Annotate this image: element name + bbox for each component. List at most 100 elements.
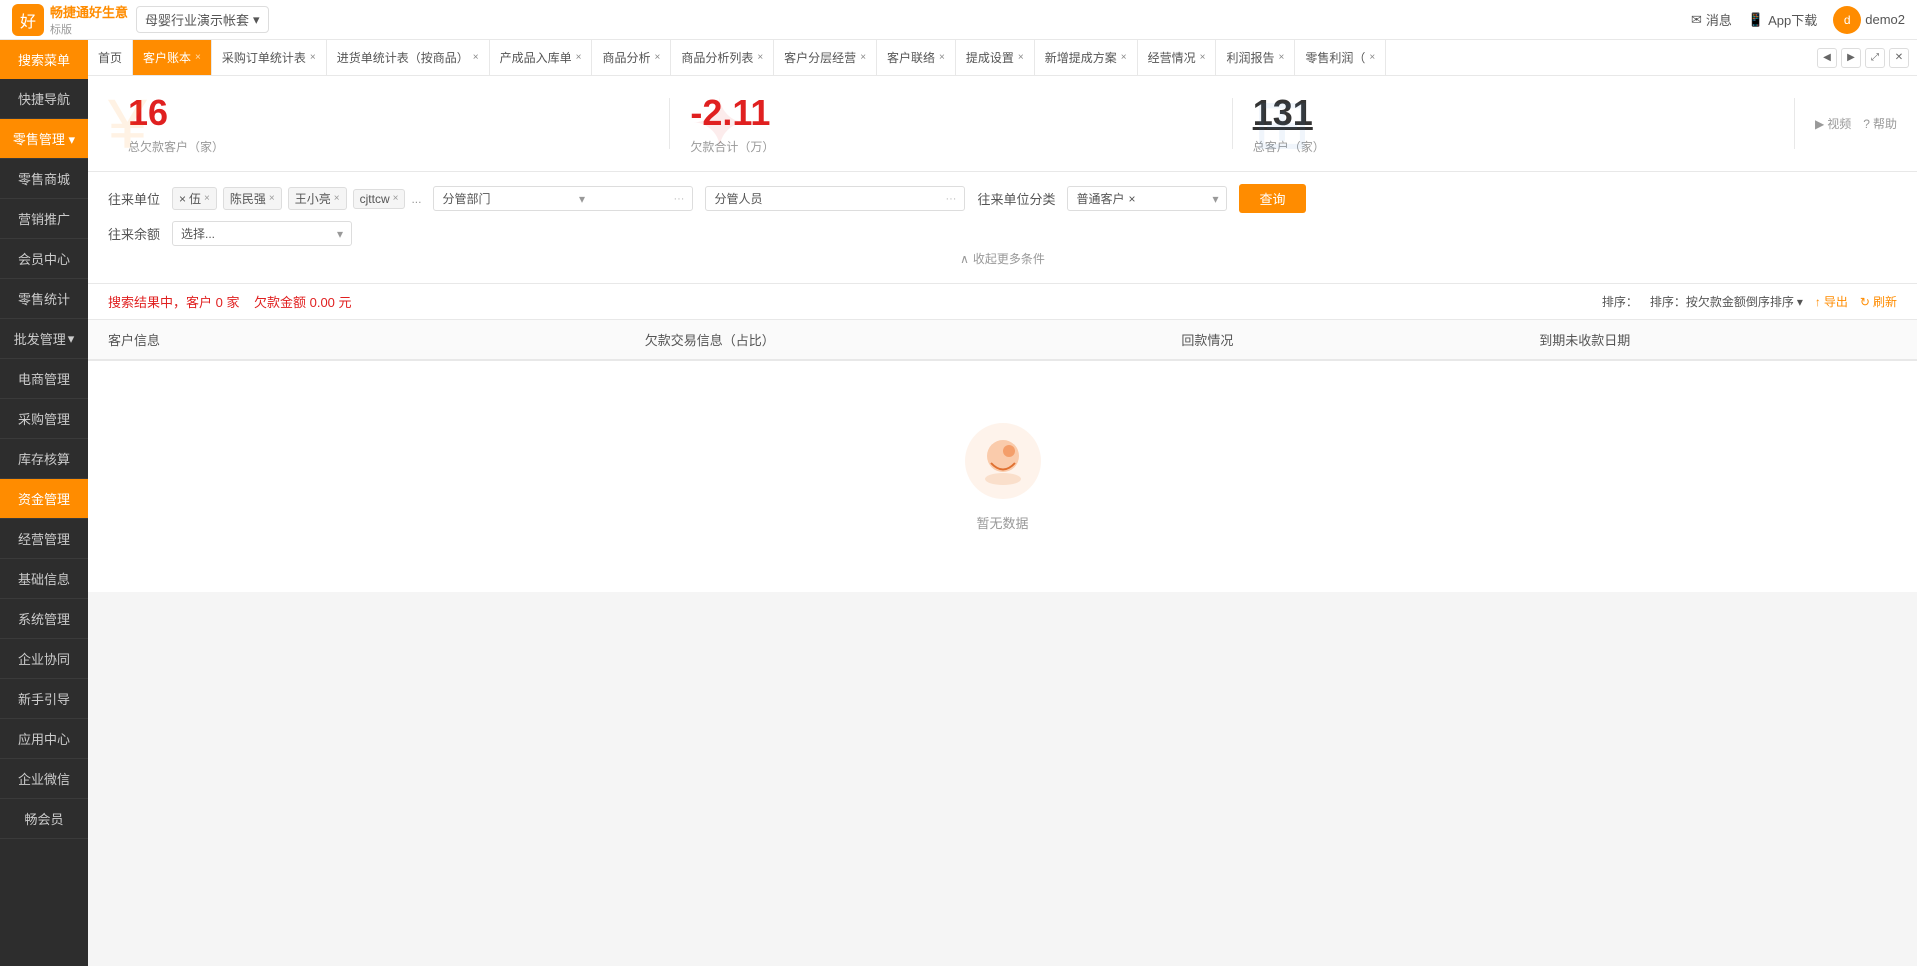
sidebar: 搜索菜单 快捷导航 零售管理 ▾ 零售商城 营销推广 会员中心 零售统计 批发管…	[0, 40, 88, 966]
tab-operation-status-close[interactable]: ×	[1200, 52, 1206, 63]
tab-prev-btn[interactable]: ◀	[1817, 48, 1837, 68]
export-btn[interactable]: ↑ 导出	[1815, 293, 1848, 310]
tab-product-inbound[interactable]: 产成品入库单 ×	[490, 40, 593, 76]
tab-customer-contact-label: 客户联络	[887, 49, 935, 66]
video-btn[interactable]: ▶ 视频	[1815, 115, 1851, 132]
person-select[interactable]: 分管人员 ···	[705, 186, 965, 211]
tab-product-analysis-list-label: 商品分析列表	[681, 49, 753, 66]
unit-class-select[interactable]: 普通客户 × ▾	[1067, 186, 1227, 211]
filter-tag-2: 王小亮 ×	[288, 187, 347, 210]
tab-product-analysis-list[interactable]: 商品分析列表 ×	[671, 40, 774, 76]
results-debt-value: 0.00	[310, 295, 335, 310]
sidebar-operations-label: 经营管理	[18, 532, 70, 547]
sidebar-changhui-label: 畅会员	[24, 812, 63, 827]
sidebar-item-operations[interactable]: 经营管理	[0, 519, 88, 559]
tab-new-commission[interactable]: 新增提成方案 ×	[1035, 40, 1138, 76]
tab-retail-profit[interactable]: 零售利润（ ×	[1295, 40, 1386, 76]
filter-tag-3: cjttcw ×	[353, 189, 406, 209]
sidebar-item-quick-nav[interactable]: 快捷导航	[0, 79, 88, 119]
tab-retail-profit-close[interactable]: ×	[1369, 52, 1375, 63]
tab-customer-ledger-close[interactable]: ×	[195, 52, 201, 63]
sidebar-basic-info-label: 基础信息	[18, 572, 70, 587]
col-repayment: 回款情况	[1181, 330, 1539, 349]
tab-product-analysis-list-close[interactable]: ×	[757, 52, 763, 63]
sidebar-item-changhui[interactable]: 畅会员	[0, 799, 88, 839]
sidebar-item-ecommerce[interactable]: 电商管理	[0, 359, 88, 399]
filter-tag-0-close[interactable]: ×	[204, 193, 210, 204]
sidebar-item-purchase[interactable]: 采购管理	[0, 399, 88, 439]
help-icon: ?	[1863, 117, 1870, 131]
tab-new-commission-close[interactable]: ×	[1121, 52, 1127, 63]
message-icon: ✉	[1691, 12, 1702, 28]
sidebar-item-finance[interactable]: 资金管理	[0, 479, 88, 519]
sidebar-item-retail-mall[interactable]: 零售商城	[0, 159, 88, 199]
tab-customer-ledger[interactable]: 客户账本 ×	[133, 40, 212, 76]
filter-tag-1-close[interactable]: ×	[269, 193, 275, 204]
store-selector[interactable]: 母婴行业演示帐套 ▾	[136, 6, 269, 33]
tab-profit-report-close[interactable]: ×	[1278, 52, 1284, 63]
logo-sub: 标版	[50, 21, 128, 37]
stat-total-customers: ¥ 16 总欠款客户（家）	[108, 92, 670, 155]
tab-product-analysis[interactable]: 商品分析 ×	[592, 40, 671, 76]
tab-customer-layer[interactable]: 客户分层经营 ×	[774, 40, 877, 76]
dept-select[interactable]: 分管部门 ▾ ···	[433, 186, 693, 211]
tab-purchase-order-stats-close[interactable]: ×	[310, 52, 316, 63]
tab-expand-btn[interactable]: ⤢	[1865, 48, 1885, 68]
tab-commission-settings-close[interactable]: ×	[1018, 52, 1024, 63]
sidebar-item-inventory[interactable]: 库存核算	[0, 439, 88, 479]
tab-customer-contact[interactable]: 客户联络 ×	[877, 40, 956, 76]
messages-btn[interactable]: ✉ 消息	[1691, 10, 1732, 29]
sidebar-retail-stats-label: 零售统计	[18, 292, 70, 307]
col-customer-info: 客户信息	[108, 330, 645, 349]
sidebar-item-system[interactable]: 系统管理	[0, 599, 88, 639]
sidebar-item-basic-info[interactable]: 基础信息	[0, 559, 88, 599]
tab-next-btn[interactable]: ▶	[1841, 48, 1861, 68]
tab-profit-report-label: 利润报告	[1226, 49, 1274, 66]
sidebar-item-enterprise[interactable]: 企业协同	[0, 639, 88, 679]
tab-profit-report[interactable]: 利润报告 ×	[1216, 40, 1295, 76]
person-clear-icon[interactable]: ···	[945, 193, 956, 205]
sidebar-item-wholesale[interactable]: 批发管理 ▾	[0, 319, 88, 359]
tab-controls: ◀ ▶ ⤢ ✕	[1809, 48, 1917, 68]
tab-commission-settings[interactable]: 提成设置 ×	[956, 40, 1035, 76]
filter-tag-2-close[interactable]: ×	[334, 193, 340, 204]
sidebar-item-app-center[interactable]: 应用中心	[0, 719, 88, 759]
sidebar-item-retail-stats[interactable]: 零售统计	[0, 279, 88, 319]
refresh-btn[interactable]: ↻ 刷新	[1860, 293, 1897, 310]
sidebar-item-search[interactable]: 搜索菜单	[0, 40, 88, 79]
tab-product-analysis-close[interactable]: ×	[654, 52, 660, 63]
tab-product-inbound-close[interactable]: ×	[576, 52, 582, 63]
tab-product-inbound-label: 产成品入库单	[500, 49, 572, 66]
filter-more-btn[interactable]: ...	[411, 192, 421, 206]
stat-total-clients: ⊞ 131 总客户（家）	[1233, 92, 1795, 155]
collapse-up-icon: ∧	[960, 252, 969, 266]
help-btn[interactable]: ? 帮助	[1863, 115, 1897, 132]
sidebar-item-marketing[interactable]: 营销推广	[0, 199, 88, 239]
tab-close-all-btn[interactable]: ✕	[1889, 48, 1909, 68]
tab-incoming-stats[interactable]: 进货单统计表（按商品） ×	[327, 40, 490, 76]
tab-incoming-stats-close[interactable]: ×	[473, 52, 479, 63]
table-header: 客户信息 欠款交易信息（占比） 回款情况 到期未收款日期	[88, 320, 1917, 361]
app-download-btn[interactable]: 📱 App下载	[1748, 10, 1817, 29]
tab-home[interactable]: 首页	[88, 40, 133, 76]
query-btn[interactable]: 查询	[1239, 184, 1305, 213]
tab-retail-profit-label: 零售利润（	[1305, 49, 1365, 66]
tab-customer-contact-close[interactable]: ×	[939, 52, 945, 63]
tab-customer-layer-close[interactable]: ×	[860, 52, 866, 63]
tab-customer-layer-label: 客户分层经营	[784, 49, 856, 66]
unit-class-clear-btn[interactable]: ×	[1129, 192, 1136, 206]
sidebar-item-newbie[interactable]: 新手引导	[0, 679, 88, 719]
sidebar-purchase-label: 采购管理	[18, 412, 70, 427]
filter-tag-3-close[interactable]: ×	[393, 193, 399, 204]
sidebar-item-retail[interactable]: 零售管理 ▾	[0, 119, 88, 159]
collapse-btn[interactable]: ∧ 收起更多条件	[108, 246, 1897, 271]
tab-purchase-order-stats[interactable]: 采购订单统计表 ×	[212, 40, 327, 76]
sidebar-item-member-center[interactable]: 会员中心	[0, 239, 88, 279]
balance-select[interactable]: 选择... ▾	[172, 221, 352, 246]
tab-operation-status[interactable]: 经营情况 ×	[1138, 40, 1217, 76]
sort-select[interactable]: 排序：按欠款金额倒序排序 ▾	[1650, 293, 1803, 310]
sidebar-app-center-label: 应用中心	[18, 732, 70, 747]
user-area[interactable]: d demo2	[1833, 6, 1905, 34]
dept-clear-icon[interactable]: ···	[673, 193, 684, 205]
sidebar-item-wechat[interactable]: 企业微信	[0, 759, 88, 799]
